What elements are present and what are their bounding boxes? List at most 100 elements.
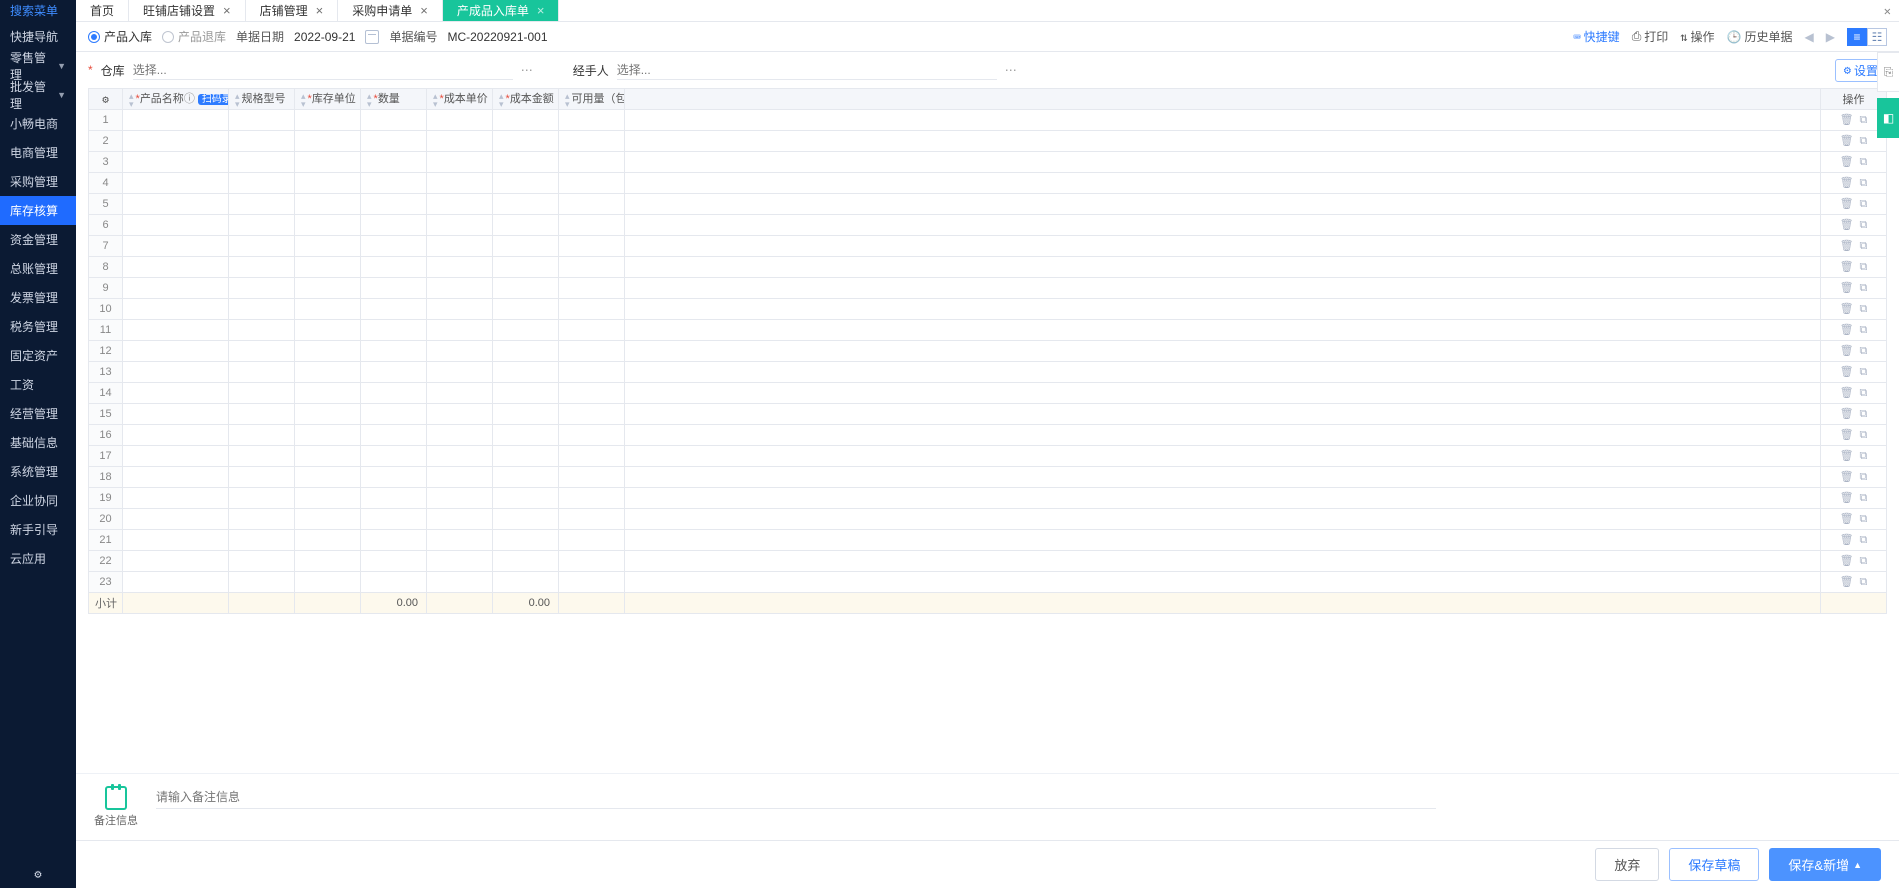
operate-button[interactable]: ⇅操作: [1680, 28, 1714, 45]
table-row[interactable]: 13🗑⧉: [89, 362, 1887, 383]
row-delete-icon[interactable]: 🗑: [1840, 365, 1854, 379]
table-row[interactable]: 4🗑⧉: [89, 173, 1887, 194]
row-delete-icon[interactable]: 🗑: [1840, 260, 1854, 274]
row-delete-icon[interactable]: 🗑: [1840, 155, 1854, 169]
next-icon[interactable]: ▶: [1826, 30, 1835, 44]
sidebar-item-1[interactable]: 零售管理▼: [0, 51, 76, 80]
handler-more-icon[interactable]: ⋯: [1005, 63, 1017, 77]
sidebar-item-6[interactable]: 库存核算: [0, 196, 76, 225]
col-qty[interactable]: ▴▾*数量: [361, 89, 427, 110]
view-list-icon[interactable]: ≡: [1847, 28, 1867, 46]
col-product[interactable]: ▴▾*产品名称ⓘ扫码录入: [123, 89, 229, 110]
print-button[interactable]: ⎙打印: [1632, 28, 1669, 45]
sidebar-item-8[interactable]: 总账管理: [0, 254, 76, 283]
row-delete-icon[interactable]: 🗑: [1840, 281, 1854, 295]
table-row[interactable]: 18🗑⧉: [89, 467, 1887, 488]
row-copy-icon[interactable]: ⧉: [1860, 155, 1868, 169]
table-row[interactable]: 6🗑⧉: [89, 215, 1887, 236]
row-delete-icon[interactable]: 🗑: [1840, 323, 1854, 337]
row-copy-icon[interactable]: ⧉: [1860, 134, 1868, 148]
sidebar-item-12[interactable]: 工资: [0, 370, 76, 399]
sidebar-item-16[interactable]: 企业协同: [0, 486, 76, 515]
date-value[interactable]: 2022-09-21: [294, 30, 355, 44]
remark-input[interactable]: [156, 786, 1436, 809]
table-row[interactable]: 21🗑⧉: [89, 530, 1887, 551]
sidebar-item-15[interactable]: 系统管理: [0, 457, 76, 486]
row-delete-icon[interactable]: 🗑: [1840, 491, 1854, 505]
col-gear[interactable]: ⚙: [89, 89, 123, 110]
row-delete-icon[interactable]: 🗑: [1840, 386, 1854, 400]
history-button[interactable]: 🕒历史单据: [1727, 28, 1793, 45]
sidebar-item-11[interactable]: 固定资产: [0, 341, 76, 370]
row-delete-icon[interactable]: 🗑: [1840, 512, 1854, 526]
sidebar-item-2[interactable]: 批发管理▼: [0, 80, 76, 109]
table-row[interactable]: 19🗑⧉: [89, 488, 1887, 509]
col-spec[interactable]: ▴▾规格型号: [229, 89, 295, 110]
handler-input[interactable]: [617, 61, 997, 80]
warehouse-more-icon[interactable]: ⋯: [521, 63, 533, 77]
calendar-icon[interactable]: [365, 30, 379, 44]
row-copy-icon[interactable]: ⧉: [1860, 512, 1868, 526]
row-delete-icon[interactable]: 🗑: [1840, 176, 1854, 190]
sidebar-item-5[interactable]: 采购管理: [0, 167, 76, 196]
view-card-icon[interactable]: ☷: [1867, 28, 1887, 46]
row-delete-icon[interactable]: 🗑: [1840, 344, 1854, 358]
row-delete-icon[interactable]: 🗑: [1840, 533, 1854, 547]
sidebar-settings-icon[interactable]: ⚙: [0, 860, 76, 888]
sidebar-item-3[interactable]: 小畅电商: [0, 109, 76, 138]
row-copy-icon[interactable]: ⧉: [1860, 365, 1868, 379]
row-delete-icon[interactable]: 🗑: [1840, 134, 1854, 148]
tab-0[interactable]: 首页: [76, 0, 129, 21]
save-new-button[interactable]: 保存&新增▲: [1769, 848, 1881, 881]
tab-close-icon[interactable]: ×: [316, 3, 324, 18]
table-row[interactable]: 22🗑⧉: [89, 551, 1887, 572]
col-unit[interactable]: ▴▾*库存单位: [295, 89, 361, 110]
sidebar-item-14[interactable]: 基础信息: [0, 428, 76, 457]
table-row[interactable]: 1🗑⧉: [89, 110, 1887, 131]
table-row[interactable]: 14🗑⧉: [89, 383, 1887, 404]
row-copy-icon[interactable]: ⧉: [1860, 554, 1868, 568]
sidebar-item-0[interactable]: 快捷导航: [0, 22, 76, 51]
row-delete-icon[interactable]: 🗑: [1840, 218, 1854, 232]
close-all-icon[interactable]: ✕: [1884, 4, 1891, 18]
table-row[interactable]: 15🗑⧉: [89, 404, 1887, 425]
row-delete-icon[interactable]: 🗑: [1840, 449, 1854, 463]
row-delete-icon[interactable]: 🗑: [1840, 197, 1854, 211]
row-copy-icon[interactable]: ⧉: [1860, 386, 1868, 400]
table-row[interactable]: 9🗑⧉: [89, 278, 1887, 299]
tab-close-icon[interactable]: ×: [537, 3, 545, 18]
row-delete-icon[interactable]: 🗑: [1840, 554, 1854, 568]
save-draft-button[interactable]: 保存草稿: [1669, 848, 1759, 881]
row-copy-icon[interactable]: ⧉: [1860, 575, 1868, 589]
row-copy-icon[interactable]: ⧉: [1860, 407, 1868, 421]
table-row[interactable]: 5🗑⧉: [89, 194, 1887, 215]
sidebar-item-17[interactable]: 新手引导: [0, 515, 76, 544]
row-copy-icon[interactable]: ⧉: [1860, 176, 1868, 190]
sidebar-item-7[interactable]: 资金管理: [0, 225, 76, 254]
table-row[interactable]: 23🗑⧉: [89, 572, 1887, 593]
tab-1[interactable]: 旺铺店铺设置×: [129, 0, 246, 21]
table-row[interactable]: 8🗑⧉: [89, 257, 1887, 278]
col-avail[interactable]: ▴▾可用量（包装）: [559, 89, 625, 110]
sidebar-item-4[interactable]: 电商管理: [0, 138, 76, 167]
sidebar-item-9[interactable]: 发票管理: [0, 283, 76, 312]
tab-2[interactable]: 店铺管理×: [246, 0, 339, 21]
sidebar-search[interactable]: 搜索菜单: [0, 0, 76, 22]
col-amount[interactable]: ▴▾*成本金额: [493, 89, 559, 110]
row-copy-icon[interactable]: ⧉: [1860, 323, 1868, 337]
shortcut-button[interactable]: ⌨快捷键: [1573, 28, 1619, 45]
table-row[interactable]: 16🗑⧉: [89, 425, 1887, 446]
row-copy-icon[interactable]: ⧉: [1860, 470, 1868, 484]
sidebar-item-10[interactable]: 税务管理: [0, 312, 76, 341]
radio-product-out[interactable]: 产品退库: [162, 28, 226, 45]
row-delete-icon[interactable]: 🗑: [1840, 407, 1854, 421]
row-copy-icon[interactable]: ⧉: [1860, 197, 1868, 211]
row-copy-icon[interactable]: ⧉: [1860, 239, 1868, 253]
row-copy-icon[interactable]: ⧉: [1860, 113, 1868, 127]
tab-close-icon[interactable]: ×: [420, 3, 428, 18]
table-row[interactable]: 11🗑⧉: [89, 320, 1887, 341]
tab-close-icon[interactable]: ×: [223, 3, 231, 18]
row-copy-icon[interactable]: ⧉: [1860, 428, 1868, 442]
row-copy-icon[interactable]: ⧉: [1860, 344, 1868, 358]
row-delete-icon[interactable]: 🗑: [1840, 302, 1854, 316]
